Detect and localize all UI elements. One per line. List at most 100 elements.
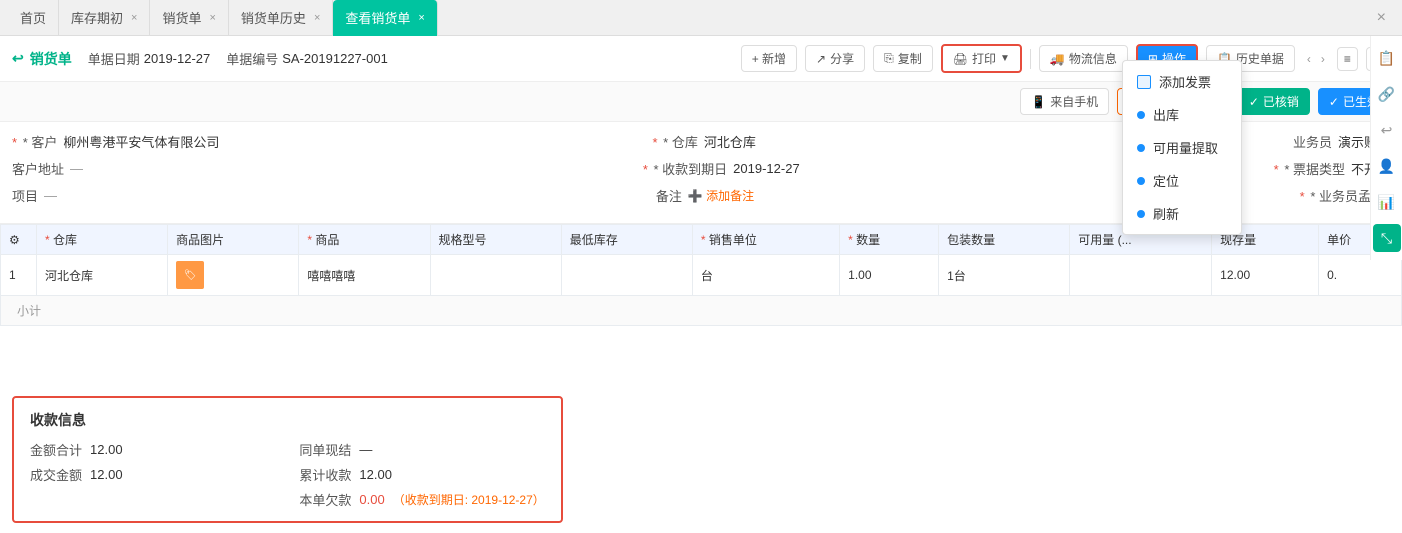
prev-arrow[interactable]: ‹ [1303, 50, 1315, 68]
th-unit: * 销售单位 [692, 225, 839, 255]
form-number-group: 单据编号 SA-20191227-001 [226, 49, 388, 68]
project-group: 项目 — [12, 186, 632, 205]
tab-inventory-close[interactable]: × [131, 12, 137, 24]
owe-note: （收款到期日: 2019-12-27） [393, 491, 545, 508]
form-date-group: 单据日期 2019-12-27 [88, 49, 211, 68]
warehouse-label: * * 仓库 [652, 132, 697, 151]
staff2-label: * * 业务员孟 [1300, 186, 1371, 205]
tab-bar: 首页 库存期初 × 销货单 × 销货单历史 × 查看销货单 × × [0, 0, 1402, 36]
td-index: 1 [1, 255, 37, 296]
th-product: * 商品 [299, 225, 430, 255]
sidebar-icon-expand[interactable]: ⤡ [1373, 224, 1401, 252]
same-order-value: — [359, 442, 372, 457]
tab-view-sales-close[interactable]: × [418, 12, 424, 24]
nav-arrows: ‹ › [1303, 50, 1329, 68]
tab-sales-history-close[interactable]: × [314, 12, 320, 24]
sidebar-icon-user[interactable]: 👤 [1373, 152, 1401, 180]
phone-icon: 📱 [1031, 95, 1046, 109]
form-meta: 单据日期 2019-12-27 单据编号 SA-20191227-001 [88, 49, 388, 68]
total-value: 12.00 [90, 442, 123, 457]
td-image: 🏷 [168, 255, 299, 296]
project-label: 项目 [12, 186, 38, 205]
toolbar: + 新增 ↗ 分享 ⎘ 复制 🖨 打印 ▼ 🚚 物流信息 [741, 44, 1390, 73]
refresh-item[interactable]: 刷新 [1123, 197, 1241, 230]
td-min-stock [561, 255, 692, 296]
logistics-icon: 🚚 [1050, 52, 1065, 66]
cumulative-item: 累计收款 12.00 [299, 465, 544, 484]
owe-value: 0.00 [359, 492, 384, 507]
th-spec: 规格型号 [430, 225, 561, 255]
payment-info-title: 收款信息 [30, 410, 545, 430]
list-view-button[interactable]: ≡ [1337, 47, 1358, 71]
copy-icon: ⎘ [884, 51, 894, 66]
add-invoice-checkbox [1137, 75, 1151, 89]
outbound-item[interactable]: 出库 [1123, 98, 1241, 131]
td-price: 0. [1319, 255, 1402, 296]
sidebar-icon-chart[interactable]: 📊 [1373, 188, 1401, 216]
new-button[interactable]: + 新增 [741, 45, 797, 72]
outbound-dot [1137, 111, 1145, 119]
sidebar-icon-return[interactable]: ↩ [1373, 116, 1401, 144]
effect-check-icon: ✓ [1329, 95, 1339, 109]
td-spec [430, 255, 561, 296]
owe-label: 本单欠款 [299, 490, 351, 509]
td-stock: 12.00 [1212, 255, 1319, 296]
already-cancel-button[interactable]: ✓ 已核销 [1238, 88, 1310, 115]
address-label: 客户地址 [12, 159, 64, 178]
customer-value: 柳州粤港平安气体有限公司 [63, 132, 219, 151]
add-note-button[interactable]: ➕ 添加备注 [688, 187, 754, 204]
product-image: 🏷 [176, 261, 204, 289]
locate-item[interactable]: 定位 [1123, 164, 1241, 197]
payment-grid: 金额合计 12.00 同单现结 — 成交金额 12.00 累计收款 12.00 [30, 440, 545, 509]
deal-item: 成交金额 12.00 [30, 465, 275, 484]
customer-group: * * 客户 柳州粤港平安气体有限公司 [12, 132, 628, 151]
tab-sales-history[interactable]: 销货单历史 × [229, 0, 333, 36]
logistics-button[interactable]: 🚚 物流信息 [1039, 45, 1128, 72]
print-button[interactable]: 🖨 打印 ▼ [941, 44, 1022, 73]
tab-home[interactable]: 首页 [8, 0, 59, 36]
subtotal-row: 小计 [1, 296, 1402, 326]
th-min-stock: 最低库存 [561, 225, 692, 255]
available-qty-dot [1137, 144, 1145, 152]
product-table: ⚙ * 仓库 商品图片 * 商品 规格型号 最低库存 * 销售单位 * 数量 包… [0, 224, 1402, 326]
th-pack-qty: 包装数量 [939, 225, 1070, 255]
payment-date-value: 2019-12-27 [733, 161, 800, 176]
payment-info-box: 收款信息 金额合计 12.00 同单现结 — 成交金额 12.00 [12, 396, 563, 523]
th-quantity: * 数量 [840, 225, 939, 255]
tab-inventory[interactable]: 库存期初 × [59, 0, 150, 36]
locate-dot [1137, 177, 1145, 185]
td-product: 嘻嘻嘻嘻 [299, 255, 430, 296]
right-sidebar: 📋 🔗 ↩ 👤 📊 ⤡ [1370, 36, 1402, 260]
deal-label: 成交金额 [30, 465, 82, 484]
add-invoice-item[interactable]: 添加发票 [1123, 65, 1241, 98]
sidebar-icon-link[interactable]: 🔗 [1373, 80, 1401, 108]
total-item: 金额合计 12.00 [30, 440, 275, 459]
copy-button[interactable]: ⎘ 复制 [873, 45, 933, 72]
td-pack-qty: 1台 [939, 255, 1070, 296]
operation-dropdown: 添加发票 出库 可用量提取 定位 刷新 [1122, 60, 1242, 235]
th-image: 商品图片 [168, 225, 299, 255]
same-order-item: 同单现结 — [299, 440, 544, 459]
share-button[interactable]: ↗ 分享 [805, 45, 865, 72]
address-group: 客户地址 — [12, 159, 619, 178]
tab-view-sales[interactable]: 查看销货单 × [333, 0, 437, 36]
next-arrow[interactable]: › [1317, 50, 1329, 68]
td-available [1070, 255, 1212, 296]
from-phone-button[interactable]: 📱 来自手机 [1020, 88, 1109, 115]
form-date-value: 2019-12-27 [144, 51, 211, 66]
tab-sales-close[interactable]: × [209, 12, 215, 24]
ticket-type-label: * * 票据类型 [1274, 159, 1345, 178]
form-date-label: 单据日期 [88, 49, 140, 68]
cancel-check-icon: ✓ [1249, 95, 1259, 109]
owe-item: 本单欠款 0.00 （收款到期日: 2019-12-27） [299, 490, 544, 509]
form-icon: ↩ [12, 50, 24, 67]
window-close-button[interactable]: × [1369, 5, 1394, 31]
customer-label: * * 客户 [12, 132, 57, 151]
td-unit: 台 [692, 255, 839, 296]
note-label: 备注 [656, 186, 682, 205]
available-qty-item[interactable]: 可用量提取 [1123, 131, 1241, 164]
sidebar-icon-copy[interactable]: 📋 [1373, 44, 1401, 72]
tab-sales[interactable]: 销货单 × [150, 0, 228, 36]
deal-value: 12.00 [90, 467, 123, 482]
form-number-value: SA-20191227-001 [282, 51, 388, 66]
